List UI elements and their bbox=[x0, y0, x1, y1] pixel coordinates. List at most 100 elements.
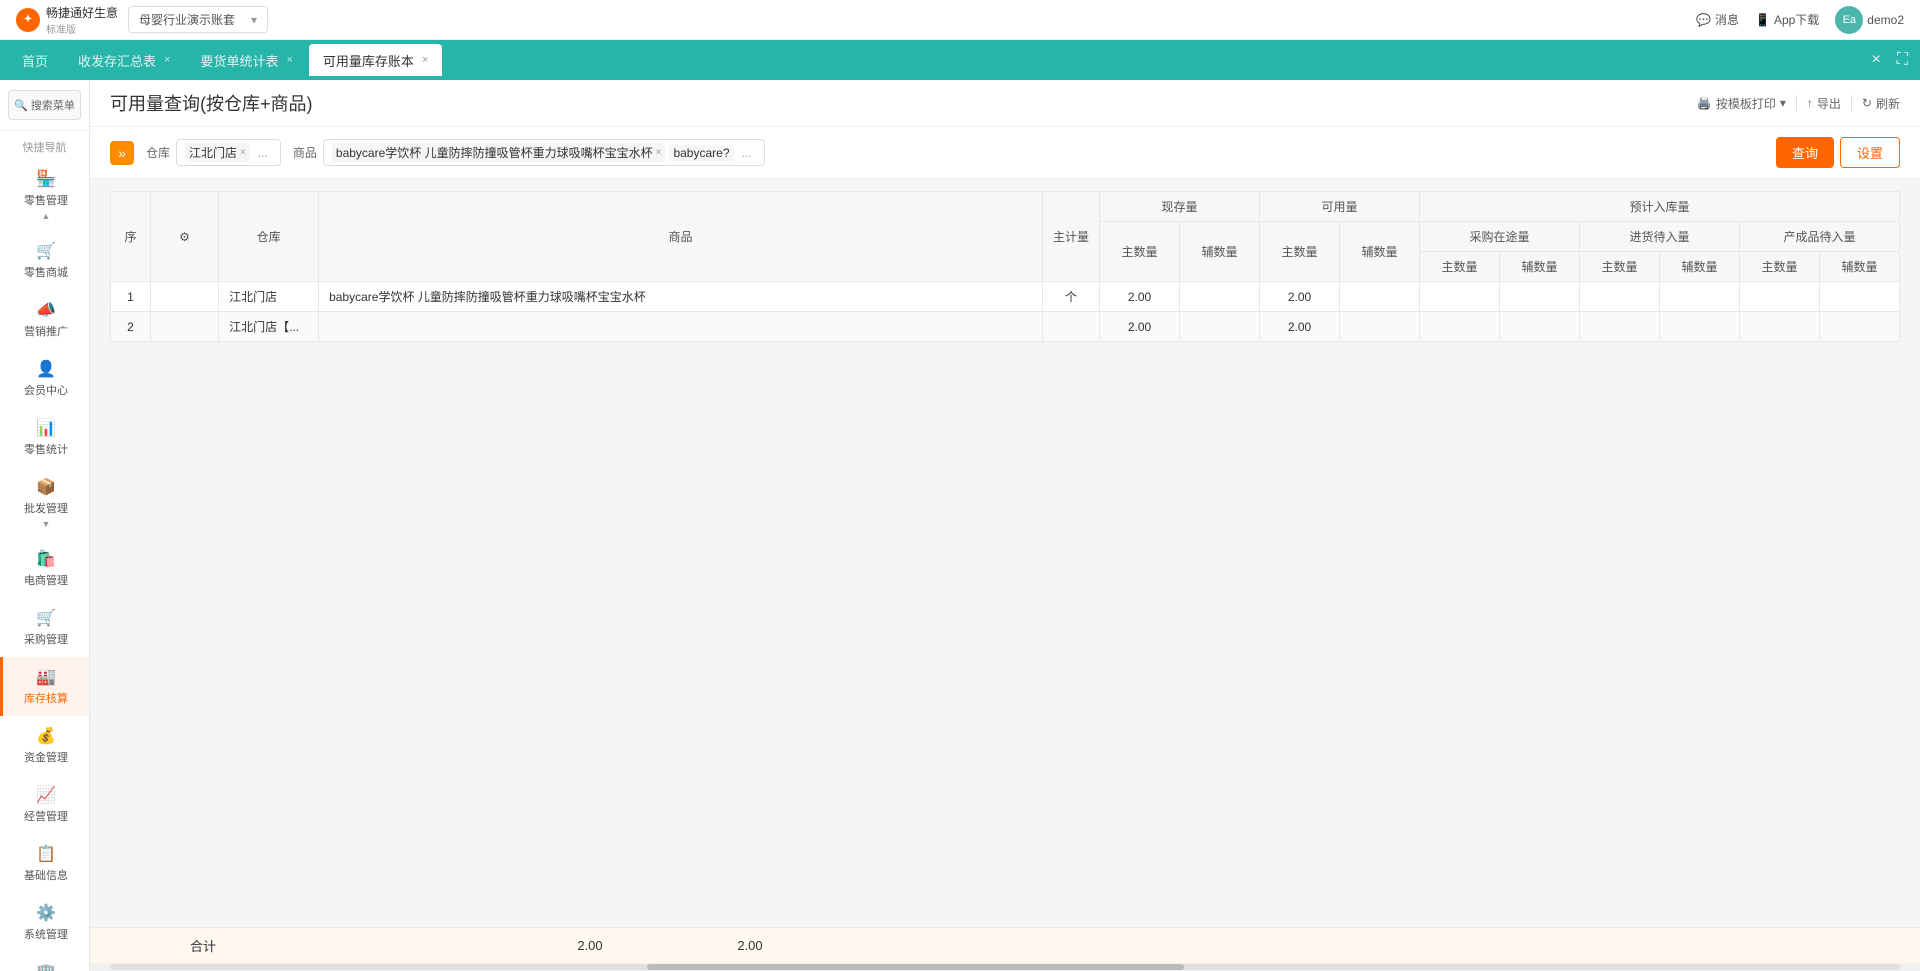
tab-available-stock[interactable]: 可用量库存账本 × bbox=[309, 44, 442, 76]
tab-receive-pay-close[interactable]: × bbox=[164, 54, 170, 66]
sidebar-item-retail-mall[interactable]: 🛒 零售商城 bbox=[0, 231, 89, 290]
row2-avail-aux bbox=[1340, 312, 1420, 342]
footer-stock-aux bbox=[630, 938, 710, 953]
sidebar-item-retail-stats[interactable]: 📊 零售统计 bbox=[0, 408, 89, 467]
user-menu[interactable]: Ea demo2 bbox=[1835, 6, 1904, 34]
sidebar-item-wholesale-mgmt[interactable]: 📦 批发管理 ▼ bbox=[0, 467, 89, 539]
wholesale-icon: 📦 bbox=[36, 477, 56, 497]
query-button[interactable]: 查询 bbox=[1776, 137, 1834, 168]
footer-avail-main: 2.00 bbox=[710, 938, 790, 953]
warehouse-input[interactable]: 江北门店 × ... bbox=[176, 139, 281, 166]
retail-mgmt-icon: 🏪 bbox=[36, 169, 56, 189]
export-button[interactable]: ↑ 导出 bbox=[1807, 95, 1841, 112]
th-available: 可用量 bbox=[1260, 192, 1420, 222]
row1-pt-aux bbox=[1500, 282, 1580, 312]
filter-actions: 查询 设置 bbox=[1776, 137, 1900, 168]
row1-warehouse: 江北门店 bbox=[219, 282, 319, 312]
row1-prod-aux bbox=[1820, 282, 1900, 312]
logo-area: ✦ 畅捷通好生意 标准版 bbox=[16, 4, 118, 36]
sidebar-item-system-mgmt[interactable]: ⚙️ 系统管理 bbox=[0, 893, 89, 952]
row2-pp-aux bbox=[1660, 312, 1740, 342]
scrollbar-thumb[interactable] bbox=[647, 964, 1184, 970]
sidebar-item-enterprise[interactable]: 🏢 企业协同 bbox=[0, 952, 89, 971]
refresh-button[interactable]: ↻ 刷新 bbox=[1862, 95, 1900, 112]
avatar: Ea bbox=[1835, 6, 1863, 34]
th-num: 序 bbox=[111, 192, 151, 282]
sidebar-item-retail-mgmt[interactable]: 🏪 零售管理 ▲ bbox=[0, 159, 89, 231]
sidebar-item-member[interactable]: 👤 会员中心 bbox=[0, 349, 89, 408]
table-row: 2 江北门店【... 2.00 2.00 bbox=[111, 312, 1900, 342]
finance-icon: 💰 bbox=[36, 726, 56, 746]
sidebar-item-finance[interactable]: 💰 资金管理 bbox=[0, 716, 89, 775]
system-icon: ⚙️ bbox=[36, 903, 56, 923]
filter-toggle-button[interactable]: » bbox=[110, 141, 134, 165]
data-table: 序 ⚙ 仓库 商品 主计量 现存量 可用量 预计入库量 主数量 辅数量 主数量 … bbox=[110, 191, 1900, 342]
sidebar-item-inventory[interactable]: 🏭 库存核算 bbox=[0, 657, 89, 716]
tab-available-stock-close[interactable]: × bbox=[422, 54, 428, 66]
sidebar-item-ecom-mgmt[interactable]: 🛍️ 电商管理 bbox=[0, 539, 89, 598]
table-row: 1 江北门店 babycare学饮杯 儿童防摔防撞吸管杯重力球吸嘴杯宝宝水杯 个… bbox=[111, 282, 1900, 312]
sidebar-search-button[interactable]: 🔍 搜索菜单 bbox=[8, 90, 81, 120]
row1-settings bbox=[151, 282, 219, 312]
divider2 bbox=[1851, 95, 1852, 111]
scrollbar-track[interactable] bbox=[110, 964, 1900, 970]
chevron-icon: ▲ bbox=[42, 211, 51, 221]
sidebar-item-operations[interactable]: 📈 经营管理 bbox=[0, 775, 89, 834]
th-settings[interactable]: ⚙ bbox=[151, 192, 219, 282]
product-remove-button[interactable]: × bbox=[656, 147, 662, 158]
template-print-button[interactable]: 🖨️ 按模板打印 ▾ bbox=[1697, 95, 1786, 112]
logo-icon: ✦ bbox=[16, 8, 40, 32]
footer-label: 合计 bbox=[190, 936, 350, 955]
operations-icon: 📈 bbox=[36, 785, 56, 805]
tab-receive-pay[interactable]: 收发存汇总表 × bbox=[64, 44, 184, 76]
sidebar-item-basic-info[interactable]: 📋 基础信息 bbox=[0, 834, 89, 893]
divider bbox=[1796, 95, 1797, 111]
row1-avail-main: 2.00 bbox=[1260, 282, 1340, 312]
tab-order-stats[interactable]: 要货单统计表 × bbox=[186, 44, 306, 76]
row2-unit bbox=[1042, 312, 1099, 342]
tab-maximize-button[interactable]: ⛶ bbox=[1893, 47, 1912, 73]
product-filter: 商品 babycare学饮杯 儿童防摔防撞吸管杯重力球吸嘴杯宝宝水杯 × bab… bbox=[293, 139, 765, 166]
message-button[interactable]: 💬 消息 bbox=[1696, 11, 1739, 28]
sidebar-item-marketing[interactable]: 📣 营销推广 bbox=[0, 290, 89, 349]
warehouse-filter: 仓库 江北门店 × ... bbox=[146, 139, 281, 166]
message-icon: 💬 bbox=[1696, 13, 1711, 27]
product-more-button[interactable]: ... bbox=[738, 146, 756, 160]
table-footer: 合计 2.00 2.00 bbox=[90, 927, 1920, 963]
app-icon: 📱 bbox=[1755, 13, 1770, 27]
th-pt-aux: 辅数量 bbox=[1500, 252, 1580, 282]
row2-product bbox=[319, 312, 1043, 342]
row1-avail-aux bbox=[1340, 282, 1420, 312]
row2-stock-main: 2.00 bbox=[1100, 312, 1180, 342]
settings-button[interactable]: 设置 bbox=[1840, 137, 1900, 168]
row1-product: babycare学饮杯 儿童防摔防撞吸管杯重力球吸嘴杯宝宝水杯 bbox=[319, 282, 1043, 312]
th-product: 商品 bbox=[319, 192, 1043, 282]
warehouse-more-button[interactable]: ... bbox=[254, 146, 272, 160]
th-stock-aux: 辅数量 bbox=[1180, 222, 1260, 282]
purchase-icon: 🛒 bbox=[36, 608, 56, 628]
scrollbar-area bbox=[90, 963, 1920, 971]
tab-bar: 首页 收发存汇总表 × 要货单统计表 × 可用量库存账本 × × ⛶ bbox=[0, 40, 1920, 80]
tab-order-stats-close[interactable]: × bbox=[286, 54, 292, 66]
row2-avail-main: 2.00 bbox=[1260, 312, 1340, 342]
row2-warehouse: 江北门店【... bbox=[219, 312, 319, 342]
th-main-unit: 主计量 bbox=[1042, 192, 1099, 282]
th-warehouse: 仓库 bbox=[219, 192, 319, 282]
sidebar-item-purchase-mgmt[interactable]: 🛒 采购管理 bbox=[0, 598, 89, 657]
th-prod-main: 主数量 bbox=[1740, 252, 1820, 282]
retail-stats-icon: 📊 bbox=[36, 418, 56, 438]
warehouse-remove-button[interactable]: × bbox=[240, 147, 246, 158]
app-download-button[interactable]: 📱 App下载 bbox=[1755, 11, 1819, 28]
footer-stock-main: 2.00 bbox=[550, 938, 630, 953]
basic-info-icon: 📋 bbox=[36, 844, 56, 864]
product-input[interactable]: babycare学饮杯 儿童防摔防撞吸管杯重力球吸嘴杯宝宝水杯 × babyca… bbox=[323, 139, 765, 166]
row2-settings bbox=[151, 312, 219, 342]
demo-selector[interactable]: 母婴行业演示账套 ▾ bbox=[128, 6, 268, 33]
sidebar-quick-nav[interactable]: 快捷导航 bbox=[0, 131, 89, 159]
ecom-icon: 🛍️ bbox=[36, 549, 56, 569]
top-bar-left: ✦ 畅捷通好生意 标准版 母婴行业演示账套 ▾ bbox=[16, 4, 268, 36]
logo-subtitle: 标准版 bbox=[46, 21, 118, 36]
row2-prod-main bbox=[1740, 312, 1820, 342]
tab-close-all-button[interactable]: × bbox=[1867, 47, 1884, 73]
tab-home[interactable]: 首页 bbox=[8, 44, 62, 76]
